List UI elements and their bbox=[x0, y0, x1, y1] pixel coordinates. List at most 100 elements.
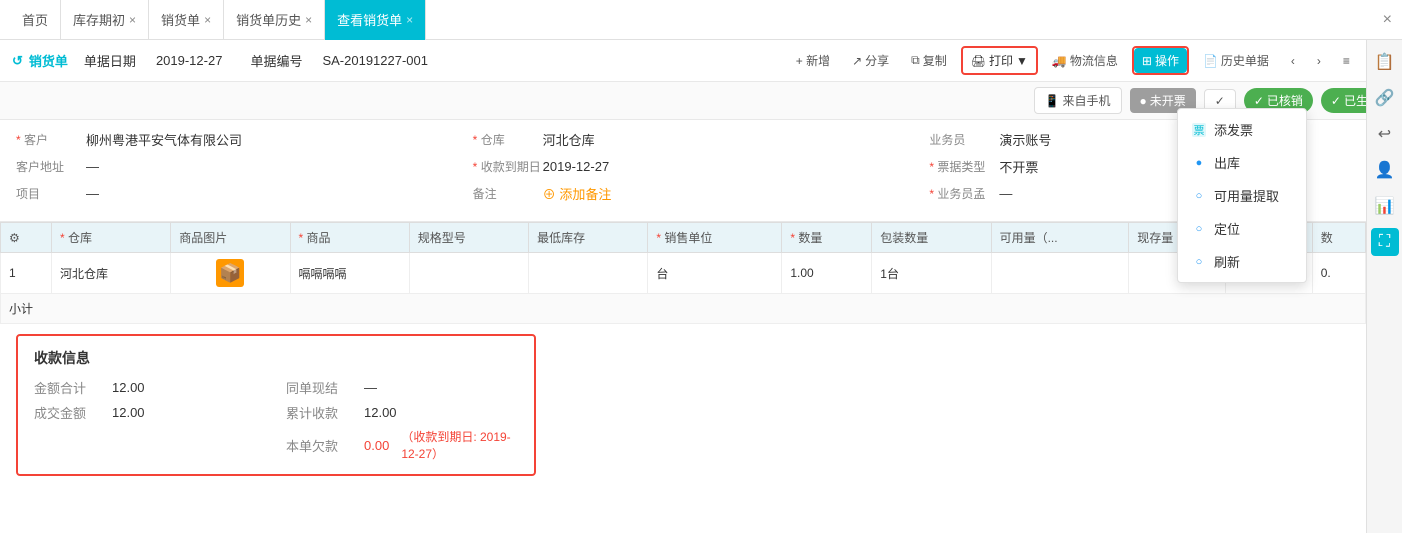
copy-icon: ⧉ bbox=[911, 53, 920, 68]
payment-total: 金额合计 12.00 bbox=[34, 378, 266, 397]
col-image: 商品图片 bbox=[171, 223, 290, 253]
payment-title: 收款信息 bbox=[34, 348, 518, 368]
phone-icon: 📱 bbox=[1045, 94, 1060, 108]
ticket-icon: ● bbox=[1140, 94, 1147, 108]
tab-home[interactable]: 首页 bbox=[10, 0, 61, 40]
sidebar-icon-5[interactable]: 📊 bbox=[1371, 192, 1399, 220]
locate-label: 定位 bbox=[1214, 219, 1240, 238]
payment-grid: 金额合计 12.00 同单现结 — 成交金额 12.00 累计收款 12.00 bbox=[34, 378, 518, 462]
row-spec bbox=[409, 253, 528, 294]
col-amount: 数 bbox=[1312, 223, 1365, 253]
tab-sales[interactable]: 销货单 × bbox=[149, 0, 224, 40]
payment-date-label: 收款到期日 bbox=[473, 158, 543, 175]
print-button[interactable]: 🖨 打印 ▼ bbox=[961, 46, 1038, 75]
add-remark-button[interactable]: ⊕ 添加备注 bbox=[543, 184, 612, 203]
refresh-label: 刷新 bbox=[1214, 252, 1240, 271]
row-index: 1 bbox=[1, 253, 52, 294]
sidebar-icon-4[interactable]: 👤 bbox=[1371, 156, 1399, 184]
list-view-button[interactable]: ≡ bbox=[1335, 50, 1358, 72]
print-icon: 🖨 bbox=[971, 54, 986, 68]
remark-label: 备注 bbox=[473, 185, 543, 202]
table-container: ⚙ 仓库 商品图片 商品 规格型号 最低库存 销售单位 数量 包装数量 可用量（… bbox=[0, 222, 1366, 324]
cumulative-label: 累计收款 bbox=[286, 403, 356, 422]
address-label: 客户地址 bbox=[16, 158, 86, 175]
window-close-icon[interactable]: × bbox=[1383, 11, 1392, 29]
tab-inventory-close[interactable]: × bbox=[129, 13, 136, 27]
row-pkg-qty: 1台 bbox=[872, 253, 991, 294]
outbound-icon: ● bbox=[1192, 156, 1206, 170]
check-icon: ✓ bbox=[1215, 94, 1225, 108]
tab-home-label: 首页 bbox=[22, 10, 48, 29]
project-label: 项目 bbox=[16, 185, 86, 202]
product-table: ⚙ 仓库 商品图片 商品 规格型号 最低库存 销售单位 数量 包装数量 可用量（… bbox=[0, 222, 1366, 324]
form-group-staff: 业务员 演示账号 bbox=[929, 130, 1386, 149]
outbound-label: 出库 bbox=[1214, 153, 1240, 172]
sidebar-icon-1[interactable]: 📋 bbox=[1371, 48, 1399, 76]
copy-button[interactable]: ⧉ 复制 bbox=[903, 48, 955, 73]
single-settlement-value: — bbox=[364, 380, 377, 395]
tab-sales-history[interactable]: 销货单历史 × bbox=[224, 0, 325, 40]
tab-bar: 首页 库存期初 × 销货单 × 销货单历史 × 查看销货单 × × bbox=[0, 0, 1402, 40]
right-sidebar: 📋 🔗 ↩ 👤 📊 ⛶ bbox=[1366, 40, 1402, 533]
toolbar: + 新增 ↗ 分享 ⧉ 复制 🖨 打印 ▼ 🚚 物流信息 bbox=[788, 46, 1390, 75]
table-row: 1 河北仓库 📦 嗝嗝嗝嗝 台 1.00 1台 12.00 bbox=[1, 253, 1366, 294]
salesman-label: 业务员孟 bbox=[929, 185, 999, 202]
dropdown-item-add-invoice[interactable]: 票 添发票 bbox=[1178, 113, 1306, 146]
address-value: — bbox=[86, 159, 266, 174]
number-value: SA-20191227-001 bbox=[322, 53, 428, 68]
tab-sales-label: 销货单 bbox=[161, 10, 200, 29]
history-icon: 📄 bbox=[1203, 54, 1218, 68]
col-unit: 销售单位 bbox=[648, 223, 782, 253]
tab-view-sales[interactable]: 查看销货单 × bbox=[325, 0, 426, 40]
from-phone-button[interactable]: 📱 来自手机 bbox=[1034, 87, 1122, 114]
due-value: 0.00 bbox=[364, 438, 389, 453]
form-group-warehouse: 仓库 河北仓库 bbox=[473, 130, 930, 149]
dropdown-item-locate[interactable]: ○ 定位 bbox=[1178, 212, 1306, 245]
col-settings[interactable]: ⚙ bbox=[1, 223, 52, 253]
operate-button[interactable]: ⊞ 操作 bbox=[1134, 48, 1187, 73]
sidebar-icon-expand[interactable]: ⛶ bbox=[1371, 228, 1399, 256]
tab-inventory[interactable]: 库存期初 × bbox=[61, 0, 149, 40]
form-group-ticket-type: 票据类型 不开票 bbox=[929, 157, 1386, 176]
subtotal-row: 小计 bbox=[1, 294, 1366, 324]
sidebar-icon-3[interactable]: ↩ bbox=[1371, 120, 1399, 148]
row-unit: 台 bbox=[648, 253, 782, 294]
dropdown-item-refresh[interactable]: ○ 刷新 bbox=[1178, 245, 1306, 278]
share-button[interactable]: ↗ 分享 bbox=[844, 48, 897, 73]
dropdown-item-available[interactable]: ○ 可用量提取 bbox=[1178, 179, 1306, 212]
logistics-button[interactable]: 🚚 物流信息 bbox=[1044, 48, 1126, 73]
number-label: 单据编号 bbox=[250, 51, 302, 70]
payment-single-settlement: 同单现结 — bbox=[286, 378, 518, 397]
staff-value: 演示账号 bbox=[999, 130, 1179, 149]
warehouse-label: 仓库 bbox=[473, 131, 543, 148]
payment-cumulative: 累计收款 12.00 bbox=[286, 403, 518, 422]
col-spec: 规格型号 bbox=[409, 223, 528, 253]
dropdown-item-outbound[interactable]: ● 出库 bbox=[1178, 146, 1306, 179]
form-group-customer: 客户 柳州粤港平安气体有限公司 bbox=[16, 130, 473, 149]
payment-date-value: 2019-12-27 bbox=[543, 159, 723, 174]
next-button[interactable]: › bbox=[1309, 50, 1329, 72]
tab-sales-close[interactable]: × bbox=[204, 13, 211, 27]
operate-icon: ⊞ bbox=[1142, 54, 1152, 68]
date-value: 2019-12-27 bbox=[156, 53, 223, 68]
new-button[interactable]: + 新增 bbox=[788, 48, 838, 73]
add-invoice-icon: 票 bbox=[1192, 123, 1206, 137]
col-qty: 数量 bbox=[782, 223, 872, 253]
deal-label: 成交金额 bbox=[34, 403, 104, 422]
sidebar-icon-2[interactable]: 🔗 bbox=[1371, 84, 1399, 112]
available-label: 可用量提取 bbox=[1214, 186, 1279, 205]
payment-total-label: 金额合计 bbox=[34, 378, 104, 397]
due-label: 本单欠款 bbox=[286, 436, 356, 455]
project-value: — bbox=[86, 186, 266, 201]
customer-value: 柳州粤港平安气体有限公司 bbox=[86, 130, 266, 149]
prev-button[interactable]: ‹ bbox=[1283, 50, 1303, 72]
form-group-address: 客户地址 — bbox=[16, 158, 473, 175]
row-available bbox=[991, 253, 1129, 294]
tab-sales-history-close[interactable]: × bbox=[305, 13, 312, 27]
ticket-type-value: 不开票 bbox=[999, 157, 1179, 176]
doc-title: ↺ 销货单 bbox=[12, 51, 68, 70]
tab-view-sales-close[interactable]: × bbox=[406, 13, 413, 27]
refresh-icon: ○ bbox=[1192, 255, 1206, 269]
form-group-remark: 备注 ⊕ 添加备注 bbox=[473, 184, 930, 203]
history-button[interactable]: 📄 历史单据 bbox=[1195, 48, 1277, 73]
